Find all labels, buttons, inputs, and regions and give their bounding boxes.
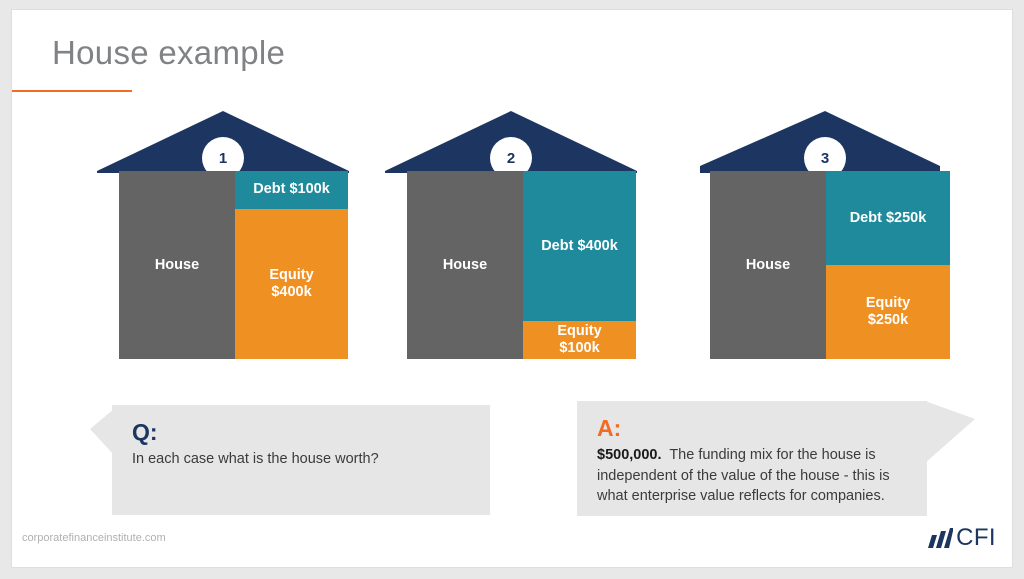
house-value-block-2: House xyxy=(407,171,523,359)
house-diagram-2: 2 House Debt $400k Equity $100k xyxy=(385,111,637,369)
footer-website-url: corporatefinanceinstitute.com xyxy=(22,532,166,544)
answer-amount: $500,000. xyxy=(597,447,662,463)
equity-label-line1-1: Equity xyxy=(269,266,314,283)
answer-callout-body: A: $500,000. The funding mix for the hou… xyxy=(577,401,927,507)
house-diagram-1: 1 House Debt $100k Equity $400k xyxy=(97,111,349,369)
funding-stack-1: Debt $100k Equity $400k xyxy=(235,171,348,359)
answer-marker: A: xyxy=(597,415,622,441)
equity-label-line2-2: $100k xyxy=(559,340,600,357)
debt-segment-2: Debt $400k xyxy=(523,171,636,322)
house-body-1: House Debt $100k Equity $400k xyxy=(119,171,348,359)
equity-label-line1-2: Equity xyxy=(557,323,602,340)
house-value-label-2: House xyxy=(442,257,488,273)
answer-callout-tail xyxy=(925,401,975,463)
answer-text: $500,000. The funding mix for the house … xyxy=(597,445,907,507)
equity-label-line2-3: $250k xyxy=(867,312,909,328)
equity-label-line1-3: Equity xyxy=(865,295,911,312)
house-value-label-3: House xyxy=(745,257,791,273)
title-underline-rule xyxy=(12,90,132,92)
question-callout: Q: In each case what is the house worth? xyxy=(90,405,490,515)
question-text: In each case what is the house worth? xyxy=(132,451,379,467)
house-value-block-1: House xyxy=(119,171,235,359)
equity-segment-2: Equity $100k xyxy=(523,321,636,359)
house-number-label-3: 3 xyxy=(820,149,830,167)
answer-callout: A: $500,000. The funding mix for the hou… xyxy=(577,401,975,516)
debt-segment-3: Debt $250k xyxy=(826,171,950,265)
debt-segment-1: Debt $100k xyxy=(235,171,348,209)
house-diagram-3: 3 House Debt $250k Equity $250k xyxy=(688,111,950,369)
cfi-logo-text: CFI xyxy=(956,524,996,551)
question-marker: Q: xyxy=(132,419,158,445)
funding-stack-3: Debt $250k Equity $250k xyxy=(826,171,950,359)
slide-canvas: House example 1 House Debt $100k Equity … xyxy=(11,9,1013,568)
equity-segment-3: Equity $250k xyxy=(826,265,950,359)
house-number-label-2: 2 xyxy=(506,149,516,167)
question-callout-tail xyxy=(90,409,114,455)
page-title: House example xyxy=(52,34,286,71)
house-body-2: House Debt $400k Equity $100k xyxy=(407,171,636,359)
house-number-label-1: 1 xyxy=(218,149,228,167)
cfi-logo: CFI xyxy=(927,526,996,550)
debt-label-3: Debt $250k xyxy=(849,209,927,226)
house-value-block-3: House xyxy=(710,171,826,359)
equity-label-line2-1: $400k xyxy=(271,283,312,300)
funding-stack-2: Debt $400k Equity $100k xyxy=(523,171,636,359)
house-value-label-1: House xyxy=(154,257,200,273)
debt-label-1: Debt $100k xyxy=(253,181,330,198)
house-body-3: House Debt $250k Equity $250k xyxy=(710,171,950,359)
debt-label-2: Debt $400k xyxy=(541,237,618,254)
cfi-bars-icon xyxy=(927,528,954,548)
question-callout-body: Q: In each case what is the house worth? xyxy=(112,405,490,470)
equity-segment-1: Equity $400k xyxy=(235,208,348,359)
